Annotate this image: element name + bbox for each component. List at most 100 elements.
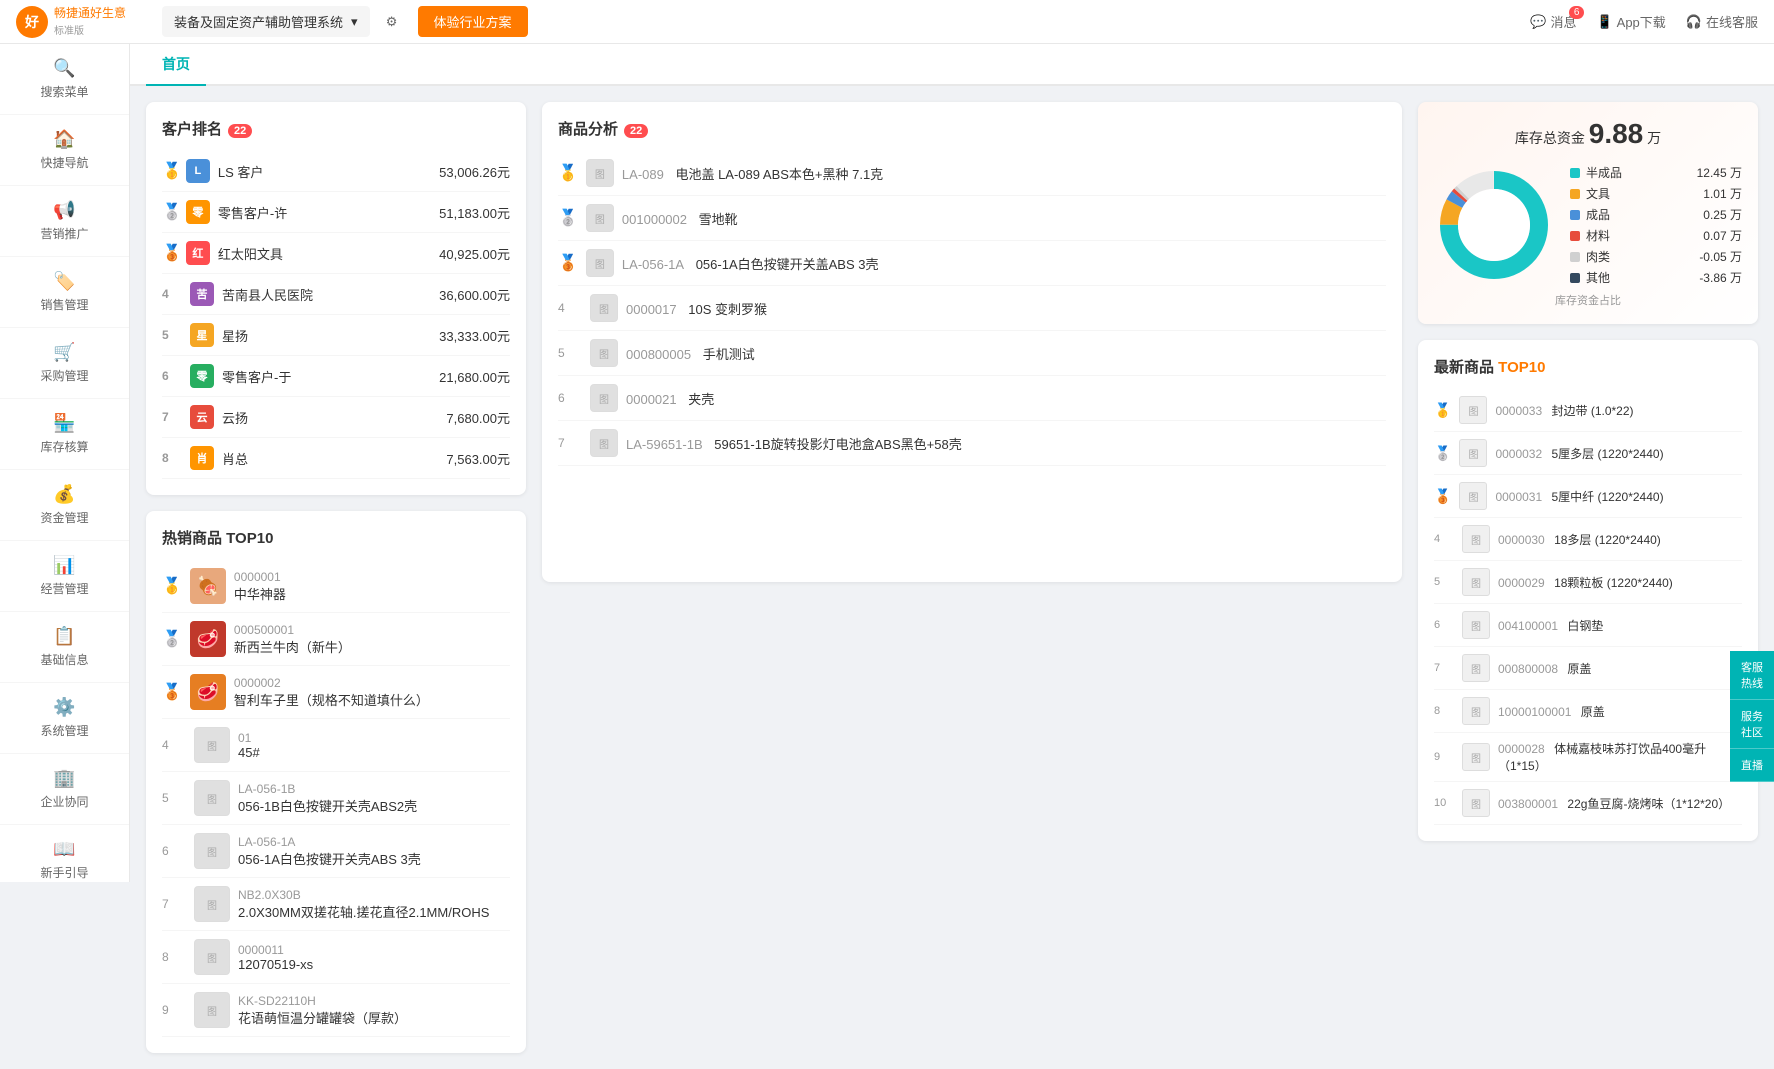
- sidebar-item-finance[interactable]: 💰 资金管理: [0, 470, 129, 541]
- legend-label: 材料: [1586, 227, 1610, 244]
- product-code: 0000030: [1498, 533, 1545, 547]
- product-thumbnail: 图: [1462, 525, 1490, 553]
- product-thumbnail: 图: [194, 886, 230, 922]
- app-download-button[interactable]: 📱 App下载: [1596, 12, 1665, 31]
- sidebar-item-enterprise[interactable]: 🏢 企业协同: [0, 754, 129, 825]
- medal-bronze-icon: 🥉: [162, 682, 182, 702]
- product-code: 001000002: [622, 212, 687, 227]
- customer-name: 红太阳文具: [218, 244, 439, 263]
- customer-value: 7,563.00元: [446, 449, 510, 468]
- inventory-total: 库存总资金 9.88 万: [1434, 118, 1742, 150]
- product-name: 056-1A白色按键开关盖ABS 3壳: [696, 257, 879, 272]
- inventory-chart: 半成品 12.45 万 文具 1.01 万: [1434, 162, 1742, 288]
- product-thumbnail: 图: [1462, 611, 1490, 639]
- sidebar-item-inventory[interactable]: 🏪 库存核算: [0, 399, 129, 470]
- customer-value: 36,600.00元: [439, 285, 510, 304]
- product-name: 中华神器: [234, 584, 510, 603]
- inventory-icon: 🏪: [53, 413, 75, 434]
- system-selector[interactable]: 装备及固定资产辅助管理系统 ▾: [162, 6, 370, 37]
- operation-icon: 📊: [53, 555, 75, 576]
- service-community-button[interactable]: 服务社区: [1730, 700, 1774, 749]
- legend-label: 半成品: [1586, 164, 1622, 181]
- customer-ranking-card: 客户排名22 🥇 L LS 客户 53,006.26元 🥈 零 零售客户-许 5…: [146, 102, 526, 495]
- legend-value: 0.25 万: [1703, 206, 1742, 223]
- finance-icon: 💰: [53, 484, 75, 505]
- customer-name: 苦南县人民医院: [222, 285, 439, 304]
- medal-silver-icon: 🥈: [1434, 445, 1451, 462]
- product-code: 10000100001: [1498, 705, 1571, 719]
- list-item: 5 图 0000029 18颗粒板 (1220*2440): [1434, 561, 1742, 604]
- rank-num: 6: [558, 391, 582, 405]
- product-info: LA-056-1A 056-1A白色按键开关盖ABS 3壳: [622, 254, 1386, 273]
- rank-num: 4: [162, 738, 186, 752]
- logo-icon: 好: [16, 6, 48, 38]
- sidebar-item-sales[interactable]: 🏷️ 销售管理: [0, 257, 129, 328]
- product-code: NB2.0X30B: [238, 888, 510, 902]
- avatar: 红: [186, 241, 210, 265]
- product-thumbnail: 🥩: [190, 674, 226, 710]
- product-thumbnail: 图: [194, 727, 230, 763]
- customer-service-hotline-button[interactable]: 客服热线: [1730, 651, 1774, 700]
- product-thumbnail: 图: [1459, 396, 1487, 424]
- settings-icon[interactable]: ⚙: [378, 8, 406, 36]
- rank-num: 10: [1434, 797, 1454, 809]
- donut-svg: [1434, 165, 1554, 285]
- product-name: 新西兰牛肉（新牛）: [234, 637, 510, 656]
- product-code: 0000031: [1495, 490, 1542, 504]
- medal-bronze-icon: 🥉: [162, 243, 182, 263]
- sidebar-label-inventory: 库存核算: [40, 438, 88, 455]
- product-info: 000500001 新西兰牛肉（新牛）: [234, 623, 510, 656]
- sidebar-item-purchase[interactable]: 🛒 采购管理: [0, 328, 129, 399]
- message-button[interactable]: 💬 消息 6: [1530, 12, 1576, 31]
- headset-icon: 🎧: [1686, 14, 1702, 30]
- rank-num: 8: [162, 950, 186, 964]
- trial-button[interactable]: 体验行业方案: [418, 6, 528, 37]
- list-item: 🥉 图 0000031 5厘中纤 (1220*2440): [1434, 475, 1742, 518]
- product-info: NB2.0X30B 2.0X30MM双搓花轴.搓花直径2.1MM/ROHS: [238, 888, 510, 921]
- sidebar-item-search[interactable]: 🔍 搜索菜单: [0, 44, 129, 115]
- product-info: 004100001 白钢垫: [1498, 617, 1742, 634]
- rank-num: 5: [558, 346, 582, 360]
- product-thumbnail: 图: [194, 992, 230, 1028]
- product-code: 0000001: [234, 570, 510, 584]
- product-info: LA-59651-1B 59651-1B旋转投影灯电池盒ABS黑色+58壳: [626, 434, 1386, 453]
- sidebar-label-sales: 销售管理: [40, 296, 88, 313]
- message-icon: 💬: [1530, 14, 1546, 30]
- legend-value: -3.86 万: [1699, 269, 1742, 286]
- customer-service-button[interactable]: 🎧 在线客服: [1686, 12, 1758, 31]
- product-name: 2.0X30MM双搓花轴.搓花直径2.1MM/ROHS: [238, 902, 510, 921]
- product-info: 003800001 22g鱼豆腐-烧烤味（1*12*20）: [1498, 795, 1742, 812]
- legend-value: 0.07 万: [1703, 227, 1742, 244]
- legend-item: 文具 1.01 万: [1570, 183, 1742, 204]
- product-info: 0000031 5厘中纤 (1220*2440): [1495, 488, 1742, 505]
- live-broadcast-button[interactable]: 直播: [1730, 749, 1774, 782]
- sidebar-item-basic[interactable]: 📋 基础信息: [0, 612, 129, 683]
- customer-badge: 22: [228, 124, 252, 138]
- medal-bronze-icon: 🥉: [558, 253, 578, 273]
- product-name: 原盖: [1567, 662, 1591, 676]
- sidebar-label-guide: 新手引导: [40, 864, 88, 881]
- tab-home[interactable]: 首页: [146, 44, 206, 86]
- product-thumbnail: 图: [1462, 654, 1490, 682]
- rank-num: 7: [1434, 662, 1454, 674]
- customer-value: 51,183.00元: [439, 203, 510, 222]
- product-thumbnail: 图: [590, 384, 618, 412]
- sidebar-item-operation[interactable]: 📊 经营管理: [0, 541, 129, 612]
- medal-silver-icon: 🥈: [558, 208, 578, 228]
- product-thumbnail: 图: [590, 294, 618, 322]
- customer-name: 星扬: [222, 326, 439, 345]
- sidebar-item-system[interactable]: ⚙️ 系统管理: [0, 683, 129, 754]
- sales-icon: 🏷️: [53, 271, 75, 292]
- medal-gold-icon: 🥇: [1434, 402, 1451, 419]
- product-thumbnail: 图: [1462, 697, 1490, 725]
- legend-dot: [1570, 231, 1580, 241]
- sidebar-item-marketing[interactable]: 📢 营销推广: [0, 186, 129, 257]
- product-name: 电池盖 LA-089 ABS本色+黑种 7.1克: [675, 167, 883, 182]
- product-code: 0000032: [1495, 447, 1542, 461]
- product-info: LA-056-1A 056-1A白色按键开关壳ABS 3壳: [238, 835, 510, 868]
- sidebar-item-guide[interactable]: 📖 新手引导: [0, 825, 129, 882]
- new-products-subtitle: TOP10: [1498, 359, 1545, 376]
- product-code: 0000028: [1498, 742, 1545, 756]
- sidebar-item-nav[interactable]: 🏠 快捷导航: [0, 115, 129, 186]
- product-name: 22g鱼豆腐-烧烤味（1*12*20）: [1567, 797, 1730, 811]
